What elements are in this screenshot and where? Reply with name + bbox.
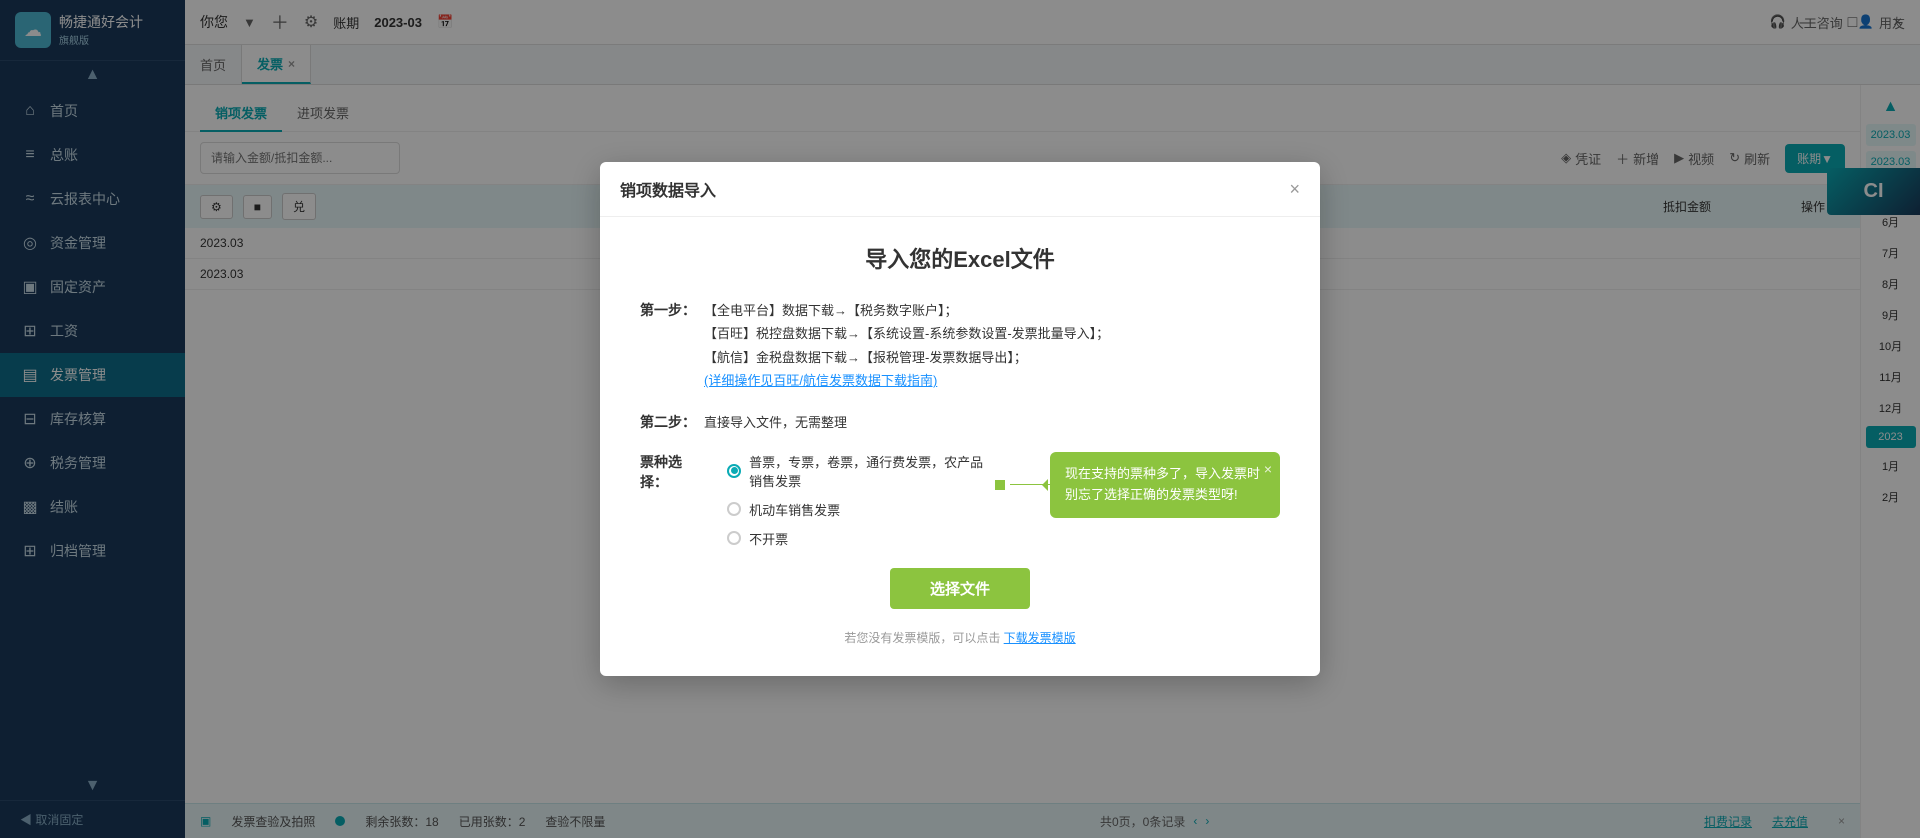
radio-normal[interactable]: 普票，专票，卷票，通行费发票，农产品销售发票 — [727, 452, 987, 490]
step2-content: 直接导入文件，无需整理 — [704, 411, 847, 434]
radio-car-circle — [727, 502, 741, 516]
radio-normal-label: 普票，专票，卷票，通行费发票，农产品销售发票 — [749, 452, 987, 490]
dialog-main-title: 导入您的Excel文件 — [640, 242, 1280, 274]
modal-overlay: 销项数据导入 × 导入您的Excel文件 第一步： 【全电平台】数据下载→【税务… — [0, 0, 1920, 838]
step1-line-3: 【航信】金税盘数据下载→【报税管理-发票数据导出】； — [704, 346, 1109, 369]
radio-car-label: 机动车销售发票 — [749, 500, 840, 519]
tooltip-close-btn[interactable]: × — [1264, 458, 1272, 480]
dialog-close-btn[interactable]: × — [1289, 180, 1300, 198]
step1-line-2: 【百旺】税控盘数据下载→【系统设置-系统参数设置-发票批量导入】； — [704, 322, 1109, 345]
step1-section: 第一步： 【全电平台】数据下载→【税务数字账户】； 【百旺】税控盘数据下载→【系… — [640, 299, 1280, 393]
import-dialog: 销项数据导入 × 导入您的Excel文件 第一步： 【全电平台】数据下载→【税务… — [600, 162, 1320, 676]
step1-content: 【全电平台】数据下载→【税务数字账户】； 【百旺】税控盘数据下载→【系统设置-系… — [704, 299, 1109, 393]
radio-car[interactable]: 机动车销售发票 — [727, 500, 987, 519]
ticket-label: 票种选择： — [640, 452, 699, 492]
radio-none[interactable]: 不开票 — [727, 529, 987, 548]
step2-section: 第二步： 直接导入文件，无需整理 — [640, 411, 1280, 434]
ticket-select-section: 票种选择： 普票，专票，卷票，通行费发票，农产品销售发票 机动车销售发票 不开票 — [640, 452, 1280, 548]
tooltip-bubble: × 现在支持的票种多了，导入发票时别忘了选择正确的发票类型呀! — [1050, 452, 1280, 518]
radio-normal-circle — [727, 464, 741, 478]
step1-line-1: 【全电平台】数据下载→【税务数字账户】； — [704, 299, 1109, 322]
radio-none-label: 不开票 — [749, 529, 788, 548]
select-file-btn[interactable]: 选择文件 — [890, 568, 1030, 609]
footer-text: 若您没有发票模版，可以点击 — [844, 631, 1000, 645]
dialog-title: 销项数据导入 — [620, 177, 716, 201]
tooltip-text: 现在支持的票种多了，导入发票时别忘了选择正确的发票类型呀! — [1065, 466, 1260, 502]
dialog-header: 销项数据导入 × — [600, 162, 1320, 217]
step2-label: 第二步： — [640, 411, 696, 432]
step1-label: 第一步： — [640, 299, 696, 320]
dialog-body: 导入您的Excel文件 第一步： 【全电平台】数据下载→【税务数字账户】； 【百… — [600, 217, 1320, 676]
step1-link[interactable]: (详细操作见百旺/航信发票数据下载指南) — [704, 373, 937, 388]
tooltip-area: × 现在支持的票种多了，导入发票时别忘了选择正确的发票类型呀! — [995, 452, 1280, 518]
radio-group: 普票，专票，卷票，通行费发票，农产品销售发票 机动车销售发票 不开票 — [727, 452, 987, 548]
dialog-footer: 若您没有发票模版，可以点击 下载发票模版 — [640, 629, 1280, 646]
tooltip-dot — [995, 480, 1005, 490]
radio-none-circle — [727, 531, 741, 545]
download-template-link[interactable]: 下载发票模版 — [1004, 631, 1076, 645]
